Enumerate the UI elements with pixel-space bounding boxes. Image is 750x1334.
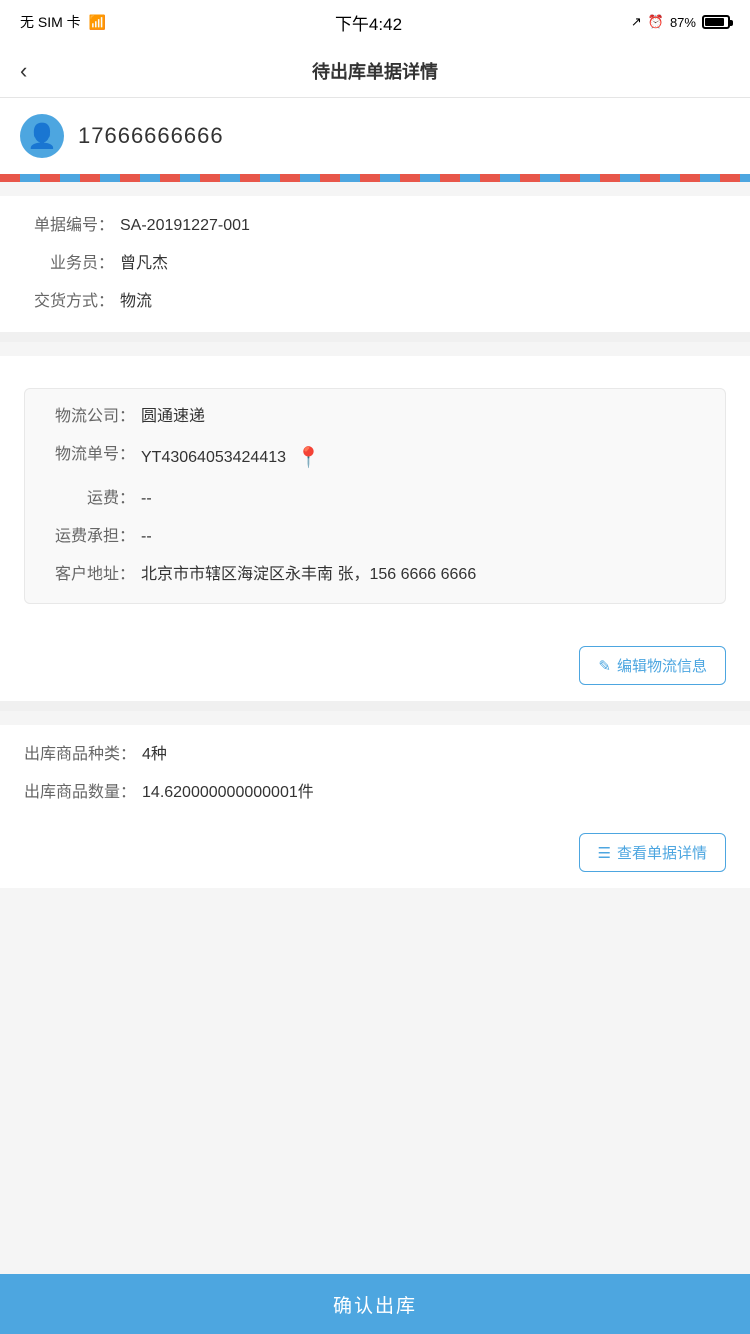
delivery-label: 交货方式： [24, 290, 114, 314]
status-bar: 无 SIM 卡 📶 下午4:42 ↗ ⏰ 87% [0, 0, 750, 44]
nav-bar: ‹ 待出库单据详情 [0, 44, 750, 98]
section-divider-2 [0, 701, 750, 711]
logistics-company-label: 物流公司： [45, 405, 135, 429]
goods-types-row: 出库商品种类： 4种 [24, 743, 726, 767]
page-title: 待出库单据详情 [312, 58, 438, 84]
goods-quantity-row: 出库商品数量： 14.620000000000001件 [24, 781, 726, 805]
logistics-box: 物流公司： 圆通速递 物流单号： YT43064053424413 📍 运费： … [24, 388, 726, 604]
goods-types-value: 4种 [142, 743, 726, 767]
doc-number-row: 单据编号： SA-20191227-001 [24, 214, 726, 238]
user-header: 👤 17666666666 [0, 98, 750, 174]
goods-types-label: 出库商品种类： [24, 743, 136, 767]
map-pin-icon[interactable]: 📍 [296, 443, 321, 473]
freight-value: -- [141, 487, 705, 511]
list-icon: ☰ [598, 844, 611, 862]
logistics-section: 物流公司： 圆通速递 物流单号： YT43064053424413 📍 运费： … [0, 356, 750, 636]
empty-space [0, 888, 750, 1088]
edit-logistics-label: 编辑物流信息 [617, 655, 707, 676]
wifi-icon: 📶 [89, 14, 106, 31]
battery-icon [702, 15, 730, 29]
edit-icon: ✎ [598, 657, 611, 675]
avatar-icon: 👤 [27, 122, 57, 151]
delivery-value: 物流 [120, 290, 726, 314]
user-phone: 17666666666 [78, 123, 224, 149]
tracking-value-wrap: YT43064053424413 📍 [141, 443, 705, 473]
address-label: 客户地址： [45, 563, 135, 587]
back-icon: ‹ [20, 58, 27, 83]
confirm-btn-wrap: 确认出库 [0, 1274, 750, 1334]
section-divider-1 [0, 332, 750, 342]
freight-label: 运费： [45, 487, 135, 511]
goods-quantity-value: 14.620000000000001件 [142, 781, 726, 805]
logistics-company-value: 圆通速递 [141, 405, 705, 429]
view-action-row: ☰ 查看单据详情 [0, 823, 750, 888]
logistics-company-row: 物流公司： 圆通速递 [45, 405, 705, 429]
freight-bearer-row: 运费承担： -- [45, 525, 705, 549]
decorative-divider [0, 174, 750, 182]
avatar: 👤 [20, 114, 64, 158]
goods-section: 出库商品种类： 4种 出库商品数量： 14.620000000000001件 [0, 725, 750, 823]
back-button[interactable]: ‹ [20, 60, 37, 82]
tracking-label: 物流单号： [45, 443, 135, 467]
battery-percent: 87% [670, 15, 696, 30]
doc-number-label: 单据编号： [24, 214, 114, 238]
status-left: 无 SIM 卡 📶 [20, 12, 106, 32]
tracking-number-row: 物流单号： YT43064053424413 📍 [45, 443, 705, 473]
sales-rep-label: 业务员： [24, 252, 114, 276]
freight-bearer-label: 运费承担： [45, 525, 135, 549]
goods-quantity-label: 出库商品数量： [24, 781, 136, 805]
view-details-button[interactable]: ☰ 查看单据详情 [579, 833, 726, 872]
address-row: 客户地址： 北京市市辖区海淀区永丰南 张，156 6666 6666 [45, 563, 705, 587]
alarm-icon: ⏰ [648, 14, 664, 30]
doc-info-section: 单据编号： SA-20191227-001 业务员： 曾凡杰 交货方式： 物流 [0, 196, 750, 332]
sales-rep-value: 曾凡杰 [120, 252, 726, 276]
tracking-number: YT43064053424413 [141, 446, 286, 470]
confirm-outbound-button[interactable]: 确认出库 [0, 1274, 750, 1334]
carrier-label: 无 SIM 卡 [20, 12, 81, 32]
freight-row: 运费： -- [45, 487, 705, 511]
doc-number-value: SA-20191227-001 [120, 214, 726, 238]
location-status-icon: ↗ [631, 14, 642, 30]
delivery-row: 交货方式： 物流 [24, 290, 726, 314]
address-value: 北京市市辖区海淀区永丰南 张，156 6666 6666 [141, 563, 705, 587]
status-right: ↗ ⏰ 87% [631, 14, 730, 30]
view-details-label: 查看单据详情 [617, 842, 707, 863]
edit-action-row: ✎ 编辑物流信息 [0, 636, 750, 701]
status-time: 下午4:42 [335, 10, 402, 35]
edit-logistics-button[interactable]: ✎ 编辑物流信息 [579, 646, 726, 685]
freight-bearer-value: -- [141, 525, 705, 549]
sales-rep-row: 业务员： 曾凡杰 [24, 252, 726, 276]
